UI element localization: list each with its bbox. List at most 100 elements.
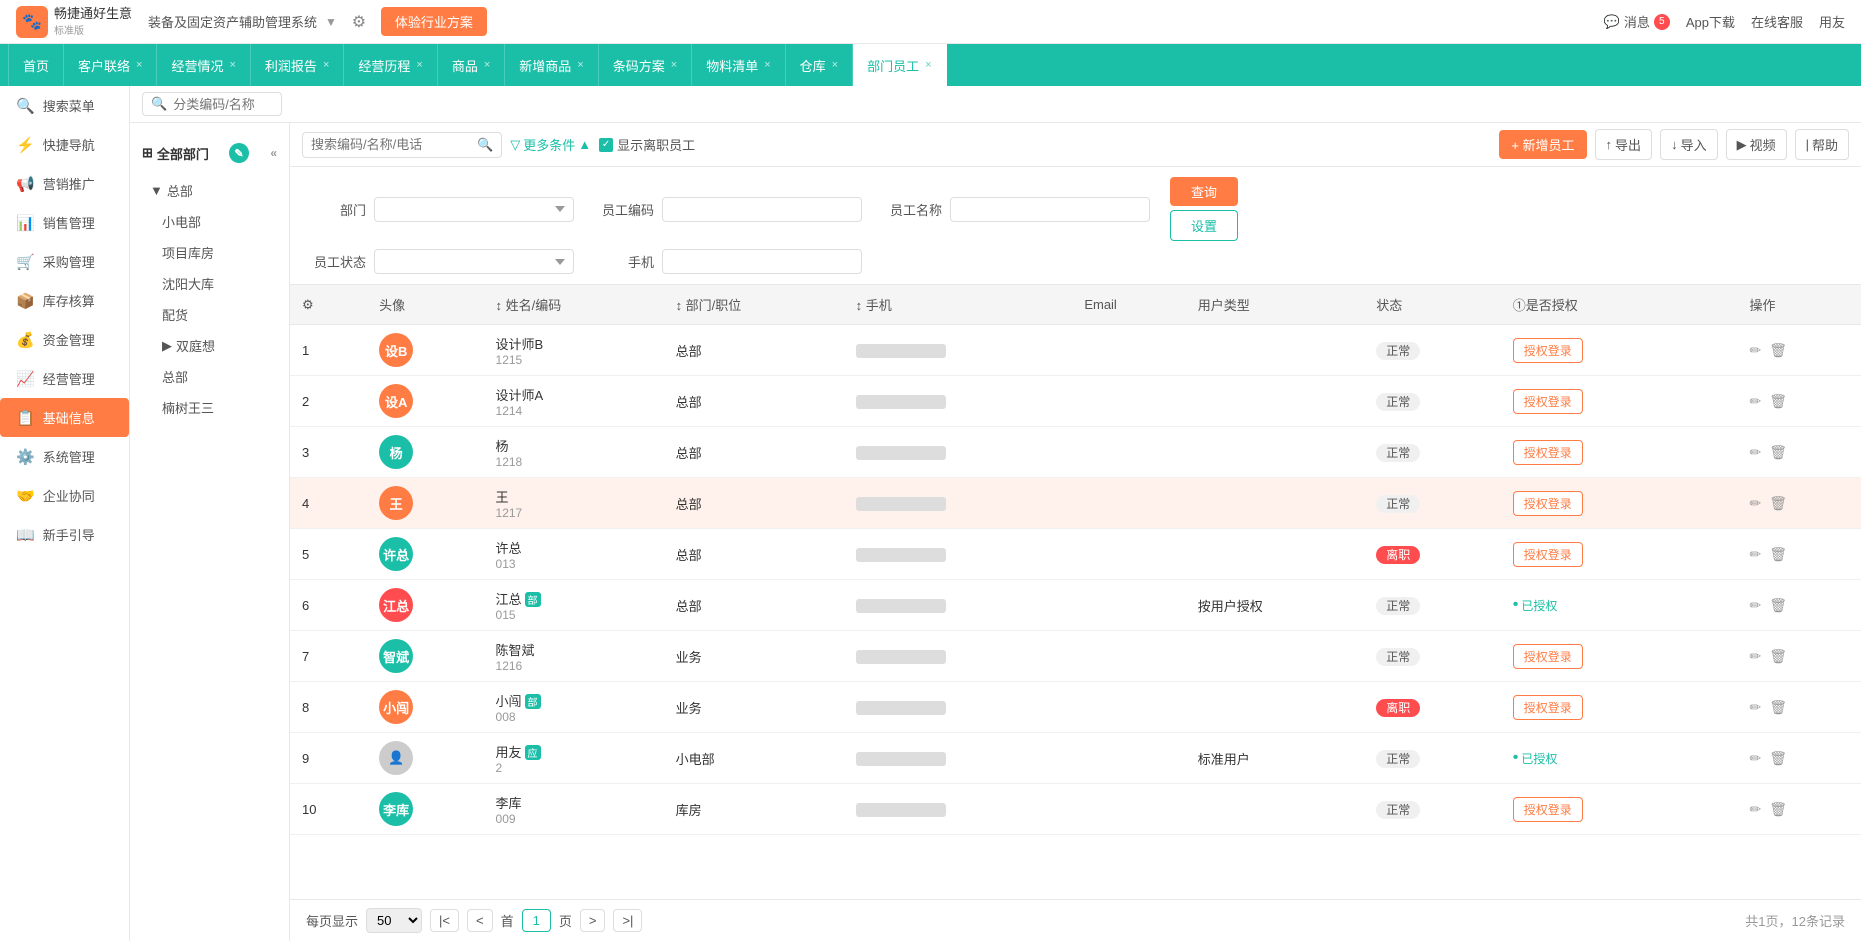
auth-login-button[interactable]: 授权登录 (1513, 389, 1583, 414)
dept-label: 部门 (306, 200, 366, 219)
search-box[interactable]: 🔍 (302, 132, 502, 158)
nav-item-business[interactable]: 经营情况 × (157, 44, 250, 86)
auth-login-button[interactable]: 授权登录 (1513, 440, 1583, 465)
edit-icon[interactable]: ✏ (1750, 393, 1762, 410)
help-button[interactable]: | 帮助 (1795, 129, 1849, 160)
query-button[interactable]: 查询 (1170, 177, 1238, 206)
sidebar-item-system[interactable]: ⚙️ 系统管理 (0, 437, 129, 476)
next-page-btn[interactable]: > (580, 909, 606, 932)
edit-icon[interactable]: ✏ (1750, 597, 1762, 614)
nav-item-dept[interactable]: 部门员工 × (853, 44, 946, 86)
nav-item-home[interactable]: 首页 (8, 44, 64, 86)
trial-button[interactable]: 体验行业方案 (381, 7, 487, 36)
dept-collapse-btn[interactable]: « (270, 146, 277, 160)
import-button[interactable]: ↓ 导入 (1660, 129, 1718, 160)
online-service-link[interactable]: 在线客服 (1751, 12, 1803, 31)
dept-select[interactable] (374, 197, 574, 222)
emp-code-input[interactable] (662, 197, 862, 222)
nav-item-goods[interactable]: 商品 × (438, 44, 505, 86)
app-download-link[interactable]: App下载 (1686, 12, 1735, 31)
delete-icon[interactable]: 🗑 (1769, 495, 1787, 512)
show-resigned-toggle[interactable]: ✓ 显示离职员工 (599, 135, 695, 154)
sidebar-item-inventory[interactable]: 📦 库存核算 (0, 281, 129, 320)
edit-circle-icon[interactable]: ✎ (229, 143, 249, 163)
message-icon[interactable]: 💬 消息 5 (1604, 12, 1670, 31)
delete-icon[interactable]: 🗑 (1769, 801, 1787, 818)
sidebar-item-quicknav[interactable]: ⚡ 快捷导航 (0, 125, 129, 164)
more-filter-btn[interactable]: ▽ 更多条件 ▲ (510, 135, 591, 154)
sidebar-item-marketing[interactable]: 📢 营销推广 (0, 164, 129, 203)
emp-name-input[interactable] (950, 197, 1150, 222)
th-settings[interactable]: ⚙ (290, 285, 367, 325)
delete-icon[interactable]: 🗑 (1769, 648, 1787, 665)
auth-login-button[interactable]: 授权登录 (1513, 542, 1583, 567)
phone-blurred: •••••••• (856, 803, 946, 817)
show-resigned-checkbox[interactable]: ✓ (599, 138, 613, 152)
dept-search-box[interactable]: 🔍 (142, 92, 282, 116)
nav-item-profit[interactable]: 利润报告 × (251, 44, 344, 86)
prev-page-btn[interactable]: < (467, 909, 493, 932)
edit-icon[interactable]: ✏ (1750, 546, 1762, 563)
edit-icon[interactable]: ✏ (1750, 342, 1762, 359)
sidebar-item-purchase[interactable]: 🛒 采购管理 (0, 242, 129, 281)
user-menu[interactable]: 用友 (1819, 12, 1845, 31)
per-page-select[interactable]: 50 100 (366, 908, 422, 933)
dept-item-nanshuwang[interactable]: 楠树王三 (130, 392, 289, 423)
dept-item-shenyang[interactable]: 沈阳大库 (130, 268, 289, 299)
view-button[interactable]: ▶ 视频 (1726, 129, 1787, 160)
emp-status-select[interactable] (374, 249, 574, 274)
edit-icon[interactable]: ✏ (1750, 801, 1762, 818)
nav-item-warehouse[interactable]: 仓库 × (786, 44, 853, 86)
sidebar-item-operation[interactable]: 📈 经营管理 (0, 359, 129, 398)
dept-item-headquarters[interactable]: ▼ 总部 (130, 175, 289, 206)
th-phone[interactable]: ↕ 手机 (844, 285, 1073, 325)
sidebar-item-collab[interactable]: 🤝 企业协同 (0, 476, 129, 515)
auth-login-button[interactable]: 授权登录 (1513, 644, 1583, 669)
nav-item-history[interactable]: 经营历程 × (344, 44, 437, 86)
dept-search-input[interactable] (173, 97, 273, 112)
th-name[interactable]: ↕ 姓名/编码 (484, 285, 664, 325)
dept-item-project[interactable]: 项目库房 (130, 237, 289, 268)
sidebar-item-sales[interactable]: 📊 销售管理 (0, 203, 129, 242)
auth-login-button[interactable]: 授权登录 (1513, 695, 1583, 720)
nav-item-bom[interactable]: 物料清单 × (692, 44, 785, 86)
th-dept[interactable]: ↕ 部门/职位 (664, 285, 844, 325)
delete-icon[interactable]: 🗑 (1769, 750, 1787, 767)
delete-icon[interactable]: 🗑 (1769, 444, 1787, 461)
phone-input[interactable] (662, 249, 862, 274)
add-employee-button[interactable]: + 新增员工 (1499, 130, 1586, 159)
sidebar-item-finance[interactable]: 💰 资金管理 (0, 320, 129, 359)
dept-item-shuangtingxiang[interactable]: ▶ 双庭想 (130, 330, 289, 361)
sidebar-item-basic[interactable]: 📋 基础信息 (0, 398, 129, 437)
edit-icon[interactable]: ✏ (1750, 699, 1762, 716)
last-page-btn[interactable]: >| (613, 909, 642, 932)
edit-icon[interactable]: ✏ (1750, 444, 1762, 461)
delete-icon[interactable]: 🗑 (1769, 342, 1787, 359)
nav-item-client[interactable]: 客户联络 × (64, 44, 157, 86)
auth-login-button[interactable]: 授权登录 (1513, 797, 1583, 822)
edit-icon[interactable]: ✏ (1750, 750, 1762, 767)
search-input[interactable] (311, 137, 471, 152)
settings-icon[interactable]: ⚙ (345, 8, 373, 36)
system-dropdown-icon[interactable]: ▼ (325, 15, 337, 29)
set-button[interactable]: 设置 (1170, 210, 1238, 241)
nav-item-addgoods[interactable]: 新增商品 × (505, 44, 598, 86)
sidebar-item-search[interactable]: 🔍 搜索菜单 (0, 86, 129, 125)
edit-icon[interactable]: ✏ (1750, 648, 1762, 665)
delete-icon[interactable]: 🗑 (1769, 699, 1787, 716)
dept-edit-icon[interactable]: ✎ (217, 137, 261, 169)
dept-item-peihuo[interactable]: 配货 (130, 299, 289, 330)
auth-login-button[interactable]: 授权登录 (1513, 338, 1583, 363)
sidebar-item-guide[interactable]: 📖 新手引导 (0, 515, 129, 554)
dept-item-xiaodibu[interactable]: 小电部 (130, 206, 289, 237)
search-trigger-icon[interactable]: 🔍 (477, 137, 493, 153)
nav-item-barcode[interactable]: 条码方案 × (599, 44, 692, 86)
delete-icon[interactable]: 🗑 (1769, 393, 1787, 410)
edit-icon[interactable]: ✏ (1750, 495, 1762, 512)
auth-login-button[interactable]: 授权登录 (1513, 491, 1583, 516)
export-button[interactable]: ↑ 导出 (1595, 129, 1653, 160)
dept-item-zongbu[interactable]: 总部 (130, 361, 289, 392)
delete-icon[interactable]: 🗑 (1769, 546, 1787, 563)
first-page-btn[interactable]: |< (430, 909, 459, 932)
delete-icon[interactable]: 🗑 (1769, 597, 1787, 614)
